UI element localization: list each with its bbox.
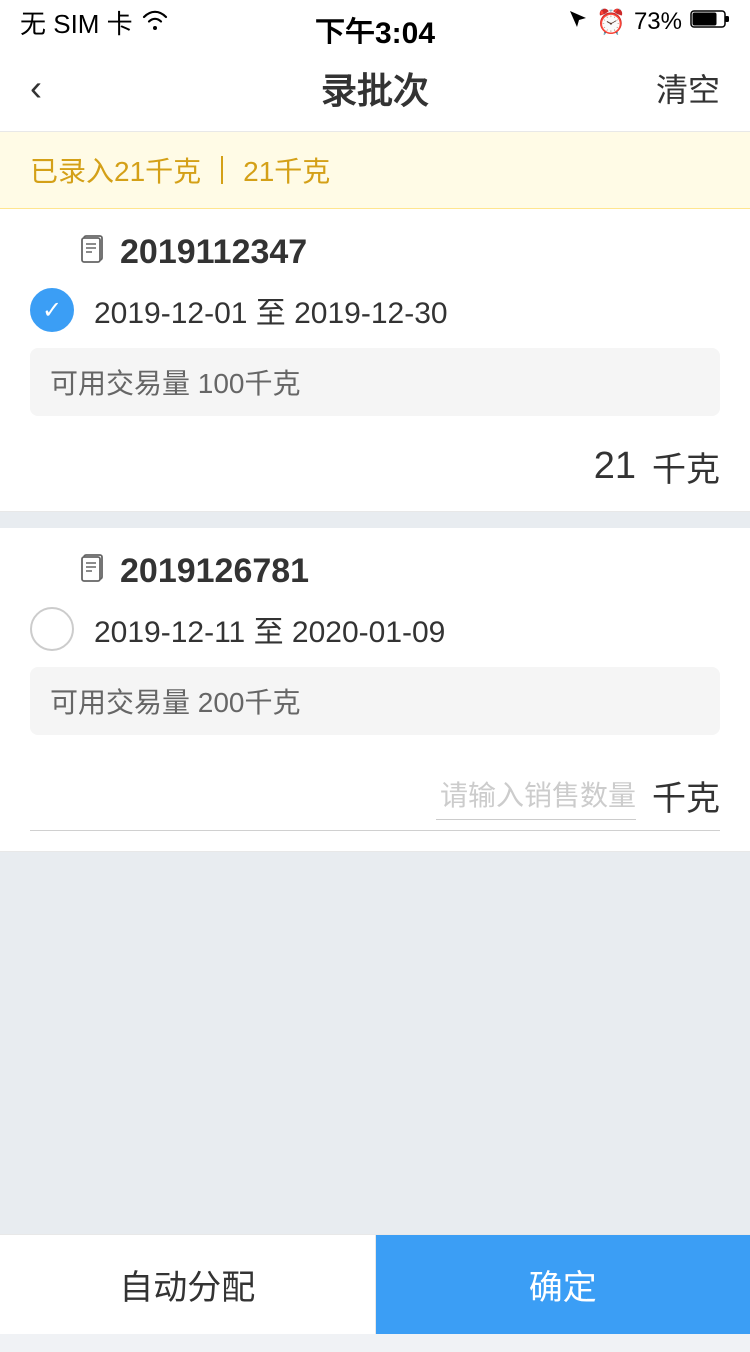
batch-input-row-1: 21 千克: [0, 432, 750, 512]
gps-icon: [568, 8, 588, 36]
batch-unit-2: 千克: [652, 771, 720, 820]
clear-button[interactable]: 清空: [656, 65, 720, 111]
banner-divider: [221, 156, 223, 184]
batch-date-2: 2019-12-11 至 2020-01-09: [94, 607, 445, 651]
batch-header-1: 2019112347: [0, 209, 750, 280]
batch-radio-2[interactable]: [30, 607, 74, 651]
status-right: ⏰ 73%: [568, 8, 730, 37]
carrier-text: 无 SIM 卡: [20, 4, 133, 41]
batch-card-1: 2019112347 ✓ 2019-12-01 至 2019-12-30 可用交…: [0, 209, 750, 512]
batch-doc-icon-2: [80, 553, 110, 591]
recorded-amount-label: 已录入21千克: [30, 150, 201, 190]
batch-date-1: 2019-12-01 至 2019-12-30: [94, 288, 448, 332]
page-title: 录批次: [321, 62, 429, 114]
alarm-icon: ⏰: [596, 8, 626, 37]
batch-unit-1: 千克: [652, 442, 720, 491]
recorded-amount-value: 21千克: [243, 150, 330, 190]
confirm-button[interactable]: 确定: [376, 1235, 750, 1334]
bottom-bar: 自动分配 确定: [0, 1234, 750, 1334]
back-button[interactable]: ‹: [30, 67, 42, 109]
battery-text: 73%: [634, 8, 682, 36]
status-bar: 无 SIM 卡 下午3:04 ⏰ 73%: [0, 0, 750, 44]
status-left: 无 SIM 卡: [20, 4, 169, 41]
batch-quantity-value-1: 21: [594, 445, 636, 488]
content-area: 2019112347 ✓ 2019-12-01 至 2019-12-30 可用交…: [0, 209, 750, 1352]
batch-doc-icon-1: [80, 234, 110, 272]
batch-quantity-input-2[interactable]: [436, 772, 636, 820]
batch-radio-1[interactable]: ✓: [30, 288, 74, 332]
nav-bar: ‹ 录批次 清空: [0, 44, 750, 132]
empty-background-area: [0, 852, 750, 1252]
batch-date-row-2[interactable]: 2019-12-11 至 2020-01-09: [0, 599, 750, 659]
batch-id-1: 2019112347: [120, 233, 307, 272]
check-icon-1: ✓: [42, 296, 62, 325]
info-banner: 已录入21千克 21千克: [0, 132, 750, 209]
batch-header-2: 2019126781: [0, 528, 750, 599]
batch-availability-2: 可用交易量 200千克: [30, 667, 720, 735]
battery-icon: [690, 8, 730, 37]
batch-availability-1: 可用交易量 100千克: [30, 348, 720, 416]
batch-date-row-1[interactable]: ✓ 2019-12-01 至 2019-12-30: [0, 280, 750, 340]
auto-distribute-button[interactable]: 自动分配: [0, 1235, 376, 1334]
wifi-icon: [141, 7, 169, 38]
section-separator: [0, 512, 750, 528]
batch-id-2: 2019126781: [120, 552, 309, 591]
batch-input-row-2: 千克: [0, 751, 750, 852]
input-line-2: 千克: [30, 761, 720, 831]
batch-card-2: 2019126781 2019-12-11 至 2020-01-09 可用交易量…: [0, 528, 750, 852]
